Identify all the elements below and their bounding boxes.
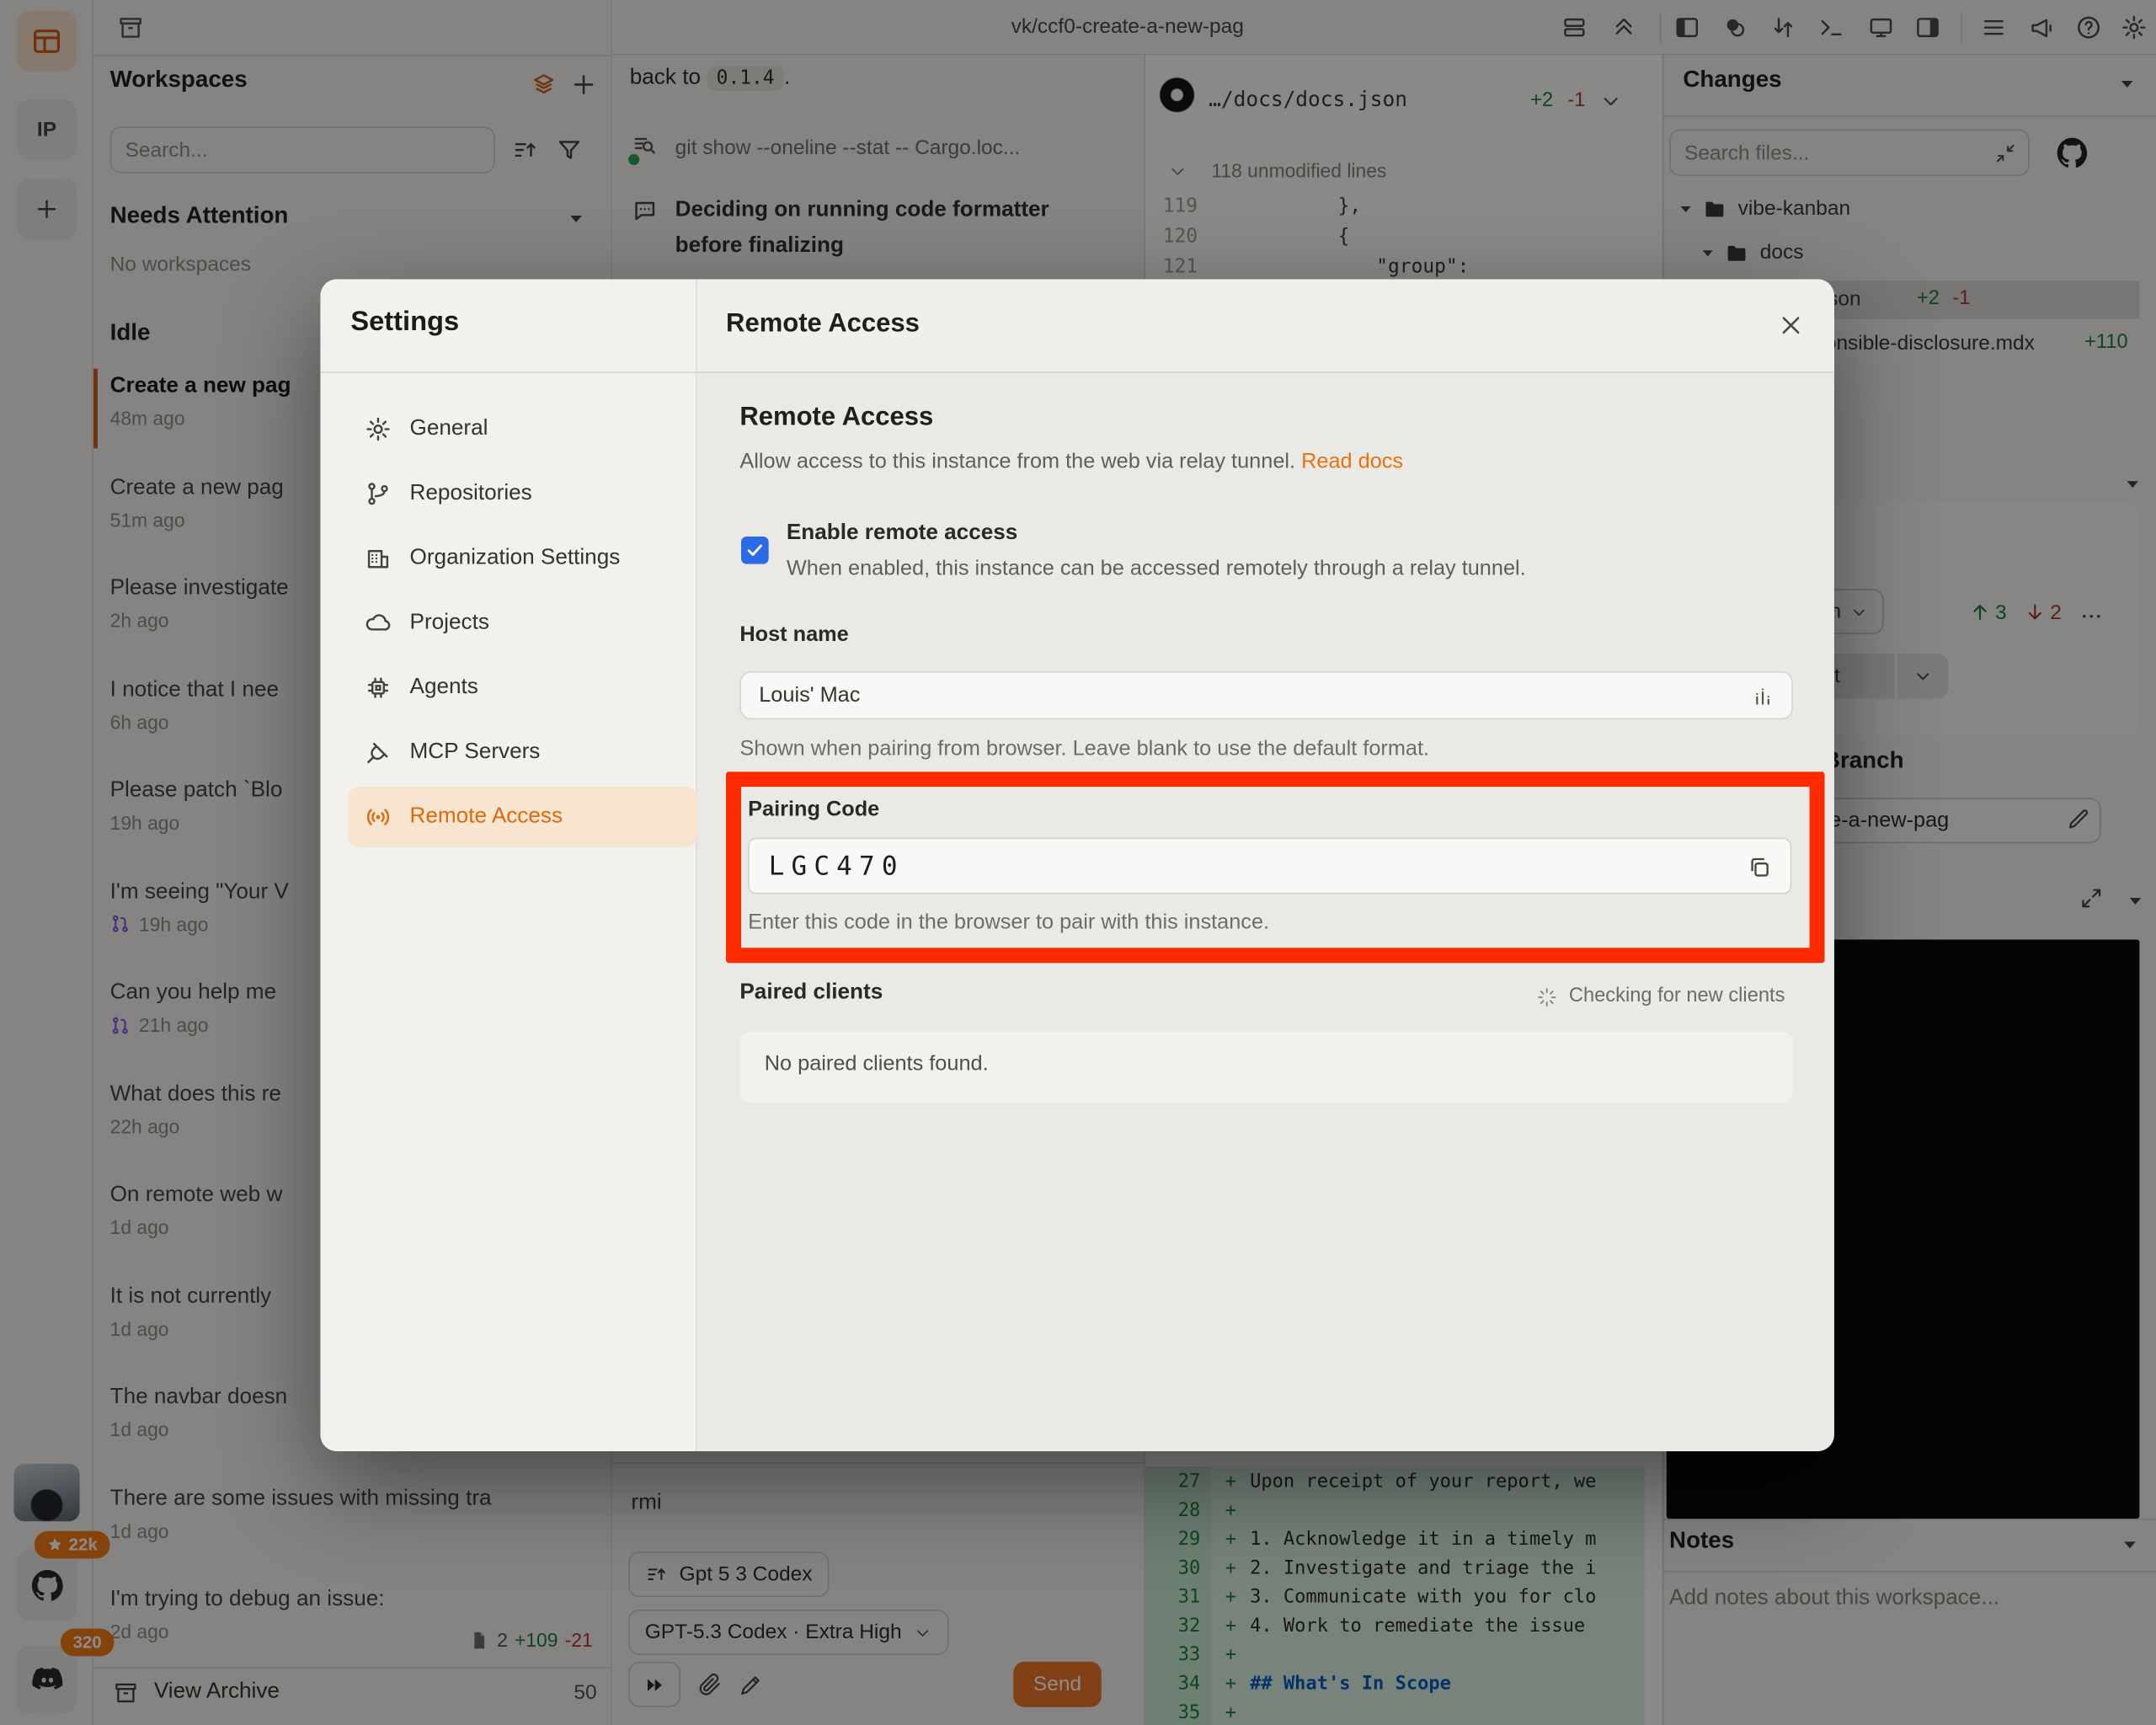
settings-nav-item[interactable]: Organization Settings — [348, 528, 697, 589]
settings-nav-item[interactable]: Projects — [348, 593, 697, 654]
enable-remote-access-checkbox[interactable] — [741, 537, 769, 564]
nav-item-label: MCP Servers — [410, 740, 541, 765]
pairing-code-field[interactable] — [748, 838, 1791, 895]
randomize-icon[interactable] — [1750, 684, 1774, 708]
nav-item-icon — [365, 739, 392, 766]
nav-item-icon — [365, 804, 392, 831]
nav-item-label: Agents — [410, 676, 478, 700]
nav-item-label: Projects — [410, 611, 489, 635]
nav-item-icon — [365, 609, 392, 637]
settings-nav-item[interactable]: General — [348, 399, 697, 460]
nav-item-icon — [365, 674, 392, 702]
paired-clients-empty-card: No paired clients found. — [739, 1032, 1793, 1103]
modal-header-divider — [320, 371, 1834, 373]
copy-icon[interactable] — [1746, 854, 1772, 880]
host-helper: Shown when pairing from browser. Leave b… — [739, 737, 1429, 761]
settings-modal: Settings Remote Access General Repositor… — [320, 280, 1834, 1451]
settings-title: Settings — [350, 307, 459, 339]
settings-nav-item[interactable]: MCP Servers — [348, 722, 697, 782]
nav-item-label: Remote Access — [410, 804, 563, 829]
paired-clients-label: Paired clients — [739, 980, 883, 1005]
paired-empty-text: No paired clients found. — [765, 1052, 989, 1076]
nav-item-label: Organization Settings — [410, 546, 621, 570]
host-name-input[interactable] — [741, 673, 1791, 718]
nav-item-label: General — [410, 417, 488, 441]
host-name-label: Host name — [739, 623, 848, 648]
nav-item-icon — [365, 415, 392, 443]
nav-item-icon — [365, 545, 392, 573]
check-icon — [745, 541, 765, 560]
enable-description: When enabled, this instance can be acces… — [787, 557, 1526, 581]
pairing-code-input[interactable] — [750, 839, 1790, 893]
read-docs-link[interactable]: Read docs — [1301, 450, 1403, 473]
close-icon[interactable] — [1776, 311, 1805, 339]
nav-item-label: Repositories — [410, 482, 532, 506]
spinner-icon — [1536, 986, 1558, 1008]
settings-nav-item[interactable]: Repositories — [348, 463, 697, 524]
settings-nav: General Repositories Organization Settin… — [320, 395, 696, 852]
paired-status: Checking for new clients — [1569, 985, 1785, 1007]
enable-label[interactable]: Enable remote access — [787, 521, 1017, 546]
pairing-helper: Enter this code in the browser to pair w… — [748, 911, 1269, 935]
section-title: Remote Access — [739, 403, 933, 434]
host-name-field[interactable] — [739, 671, 1793, 719]
panel-title: Remote Access — [726, 309, 920, 339]
nav-item-icon — [365, 480, 392, 508]
settings-nav-item[interactable]: Remote Access — [348, 787, 697, 847]
settings-nav-item[interactable]: Agents — [348, 658, 697, 718]
section-description: Allow access to this instance from the w… — [739, 450, 1403, 474]
app-window: vk/ccf0-create-a-new-pag IP 22k — [0, 0, 2156, 1725]
pairing-code-label: Pairing Code — [748, 798, 879, 822]
